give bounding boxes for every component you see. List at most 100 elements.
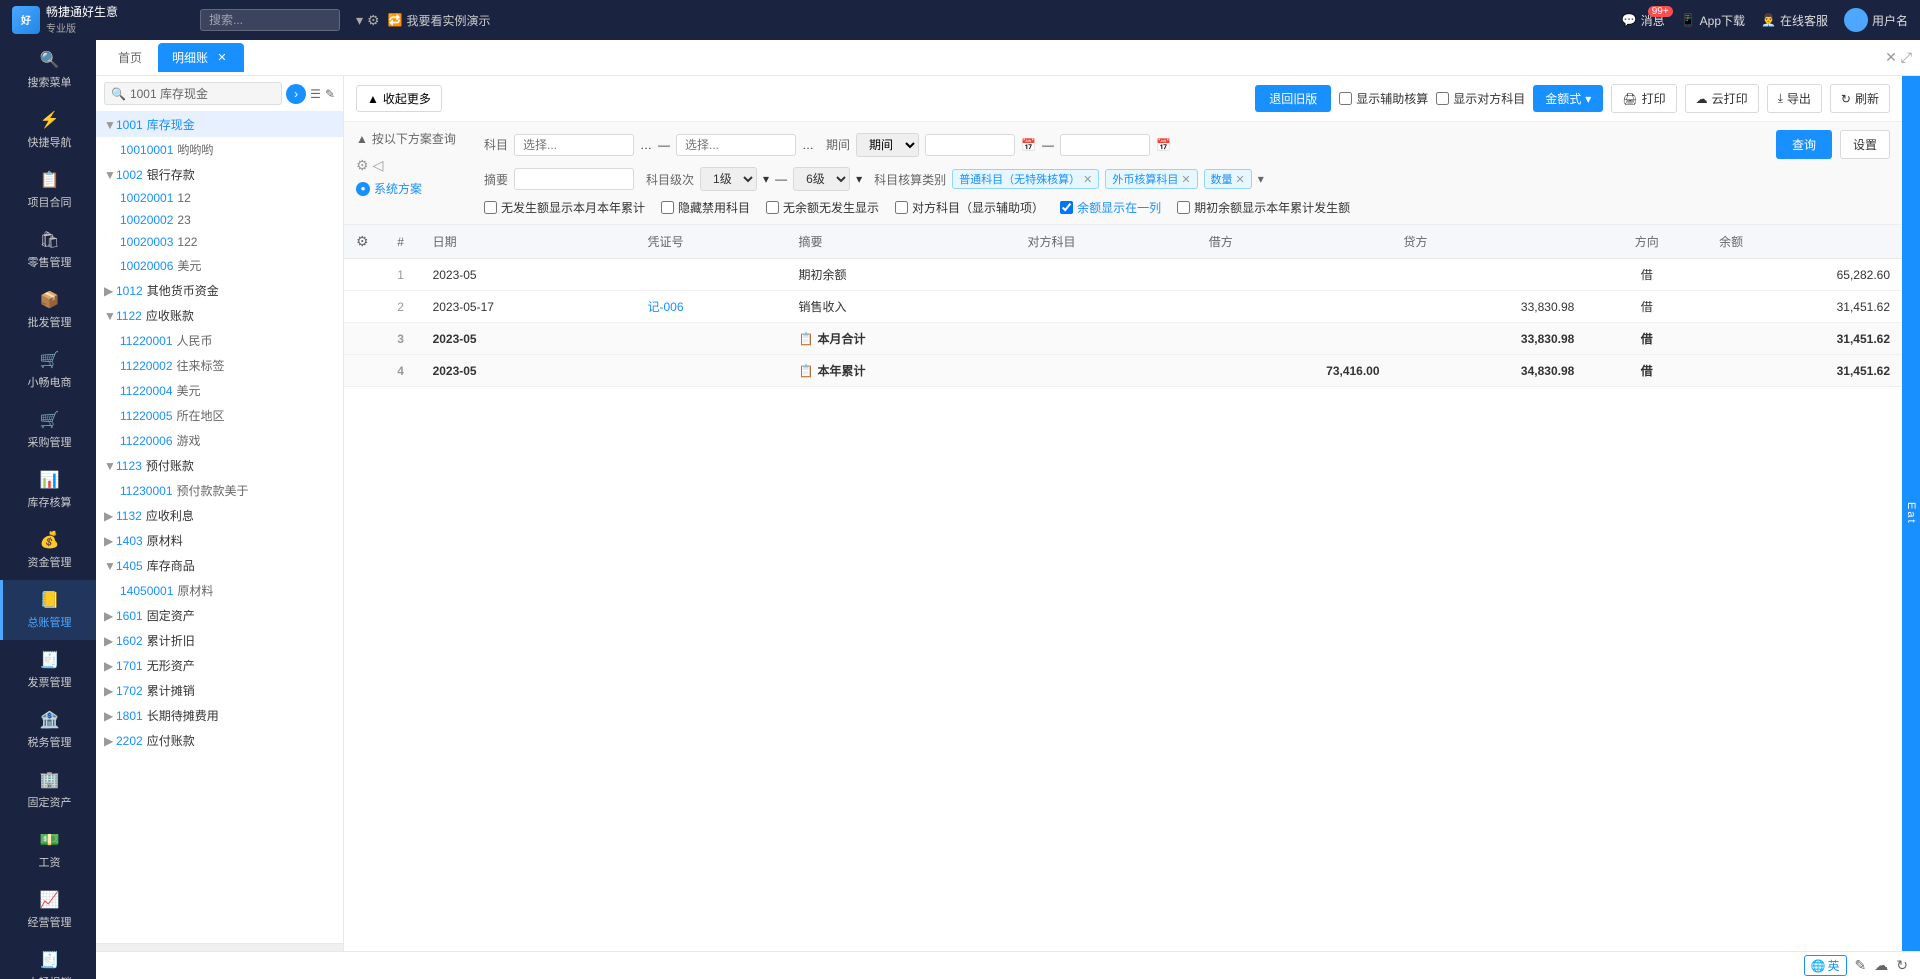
- tree-item-1123[interactable]: ▼ 1123 预付账款: [96, 453, 343, 478]
- show-opposite-check[interactable]: 显示对方科目: [1436, 90, 1525, 107]
- tree-item-11220005[interactable]: 11220005 所在地区: [96, 403, 343, 428]
- check-no-balance[interactable]: 无余额无发生显示: [766, 199, 879, 216]
- amount-mode-btn[interactable]: 金额式 ▾: [1533, 85, 1603, 112]
- check-no-balance-input[interactable]: [766, 201, 779, 214]
- tree-item-1122[interactable]: ▼ 1122 应收账款: [96, 303, 343, 328]
- sidebar-item-invoice[interactable]: 🧾 发票管理: [0, 640, 96, 700]
- tab-detail[interactable]: 明细账 ✕: [158, 43, 244, 72]
- sidebar-item-search[interactable]: 🔍 搜索菜单: [0, 40, 96, 100]
- tag-quantity-close[interactable]: ✕: [1236, 173, 1245, 186]
- check-no-amount-input[interactable]: [484, 201, 497, 214]
- subject-start-input[interactable]: [514, 134, 634, 156]
- tree-item-11220001[interactable]: 11220001 人民币: [96, 328, 343, 353]
- export-btn[interactable]: ⤓ 导出: [1767, 84, 1822, 113]
- collapse-more-btn[interactable]: ▲ 收起更多: [356, 85, 442, 112]
- category-dropdown-icon[interactable]: ▾: [1258, 172, 1264, 186]
- bottom-cloud-icon[interactable]: ☁: [1874, 957, 1888, 974]
- summary-input[interactable]: [514, 168, 634, 190]
- tree-item-1012[interactable]: ▶ 1012 其他货币资金: [96, 278, 343, 303]
- check-hide-disabled-input[interactable]: [661, 201, 674, 214]
- tree-item-1405[interactable]: ▼ 1405 库存商品: [96, 553, 343, 578]
- show-aux-check[interactable]: 显示辅助核算: [1339, 90, 1428, 107]
- tree-item-10020002[interactable]: 10020002 23: [96, 209, 343, 231]
- collapse-left-icon[interactable]: ◁: [373, 157, 384, 174]
- check-hide-disabled[interactable]: 隐藏禁用科目: [661, 199, 750, 216]
- period-end-input[interactable]: 2023-05: [1060, 134, 1150, 156]
- sidebar-item-wholesale[interactable]: 📦 批发管理: [0, 280, 96, 340]
- check-no-amount[interactable]: 无发生额显示本月本年累计: [484, 199, 645, 216]
- lang-btn[interactable]: 🌐 英: [1804, 955, 1847, 976]
- period-start-input[interactable]: 2023-05: [925, 134, 1015, 156]
- tree-item-14050001[interactable]: 14050001 原材料: [96, 578, 343, 603]
- account-next-btn[interactable]: ›: [286, 84, 306, 104]
- tree-item-11220006[interactable]: 11220006 游戏: [96, 428, 343, 453]
- tag-ordinary-close[interactable]: ✕: [1083, 173, 1092, 186]
- system-plan-btn[interactable]: ● 系统方案: [356, 180, 476, 197]
- sidebar-item-management[interactable]: 📈 经营管理: [0, 880, 96, 940]
- account-search-box[interactable]: 🔍 1001 库存现金: [104, 82, 282, 105]
- tree-item-1701[interactable]: ▶ 1701 无形资产: [96, 653, 343, 678]
- sidebar-item-inventory[interactable]: 📊 库存核算: [0, 460, 96, 520]
- check-balance-col[interactable]: 余额显示在一列: [1060, 199, 1161, 216]
- col-settings-btn[interactable]: ⚙: [356, 233, 369, 250]
- check-balance-col-input[interactable]: [1060, 201, 1073, 214]
- sidebar-item-finance[interactable]: 💰 资金管理: [0, 520, 96, 580]
- show-aux-checkbox[interactable]: [1339, 92, 1352, 105]
- check-opposite-input[interactable]: [895, 201, 908, 214]
- tree-item-1132[interactable]: ▶ 1132 应收利息: [96, 503, 343, 528]
- sidebar-item-expense[interactable]: 🧾 小畅报销: [0, 940, 96, 979]
- top-search-input[interactable]: [200, 9, 340, 31]
- show-opposite-checkbox[interactable]: [1436, 92, 1449, 105]
- level-end-select[interactable]: 6级: [793, 167, 850, 191]
- tree-item-1702[interactable]: ▶ 1702 累计摊销: [96, 678, 343, 703]
- bottom-sync-icon[interactable]: ↻: [1896, 957, 1908, 974]
- period-end-cal-icon[interactable]: 📅: [1156, 138, 1171, 152]
- tree-item-11230001[interactable]: 11230001 预付款款美于: [96, 478, 343, 503]
- tree-item-10020003[interactable]: 10020003 122: [96, 231, 343, 253]
- check-year-balance[interactable]: 期初余额显示本年累计发生额: [1177, 199, 1350, 216]
- print-btn[interactable]: 🖨 打印: [1611, 84, 1676, 113]
- sidebar-item-salary[interactable]: 💵 工资: [0, 820, 96, 880]
- query-settings-icon[interactable]: ⚙: [356, 157, 369, 174]
- tree-item-1403[interactable]: ▶ 1403 原材料: [96, 528, 343, 553]
- voucher-link-006[interactable]: 记-006: [647, 300, 683, 314]
- tree-item-1602[interactable]: ▶ 1602 累计折旧: [96, 628, 343, 653]
- check-opposite[interactable]: 对方科目（显示辅助项）: [895, 199, 1044, 216]
- user-area[interactable]: 用户名: [1844, 8, 1908, 32]
- sidebar-item-ecommerce[interactable]: 🛒 小畅电商: [0, 340, 96, 400]
- subject-end-input[interactable]: [676, 134, 796, 156]
- query-toggle[interactable]: ▲ 按以下方案查询: [356, 130, 476, 147]
- tag-foreign-close[interactable]: ✕: [1181, 173, 1190, 186]
- tree-item-10020006[interactable]: 10020006 美元: [96, 253, 343, 278]
- tree-item-11220002[interactable]: 11220002 往来标签: [96, 353, 343, 378]
- tree-item-11220004[interactable]: 11220004 美元: [96, 378, 343, 403]
- right-side-panel[interactable]: Eat: [1902, 76, 1920, 951]
- sidebar-item-project[interactable]: 📋 项目合同: [0, 160, 96, 220]
- settings-icon[interactable]: ⚙: [367, 12, 380, 29]
- top-search-box[interactable]: [200, 9, 340, 31]
- level-start-select[interactable]: 1级: [700, 167, 757, 191]
- app-download-btn[interactable]: 📱 App下载: [1681, 12, 1745, 29]
- tag-foreign[interactable]: 外币核算科目 ✕: [1105, 169, 1197, 189]
- period-type-select[interactable]: 期间: [856, 133, 919, 157]
- sidebar-item-quick-nav[interactable]: ⚡ 快捷导航: [0, 100, 96, 160]
- sidebar-item-ledger[interactable]: 📒 总账管理: [0, 580, 96, 640]
- tree-item-10020001[interactable]: 10020001 12: [96, 187, 343, 209]
- tag-ordinary[interactable]: 普通科目（无特殊核算） ✕: [952, 169, 1099, 189]
- tag-quantity[interactable]: 数量 ✕: [1204, 169, 1252, 189]
- tree-edit-icon[interactable]: ✎: [325, 87, 335, 101]
- restore-window-btn[interactable]: ⤢: [1901, 49, 1912, 66]
- message-btn[interactable]: 💬 消息 99+: [1622, 12, 1665, 29]
- tab-close-btn[interactable]: ✕: [214, 50, 230, 66]
- sidebar-item-tax[interactable]: 🏦 税务管理: [0, 700, 96, 760]
- sidebar-item-purchase[interactable]: 🛒 采购管理: [0, 400, 96, 460]
- tree-item-1001[interactable]: ▼ 1001 库存现金: [96, 112, 343, 137]
- tree-item-1801[interactable]: ▶ 1801 长期待摊费用: [96, 703, 343, 728]
- period-cal-icon[interactable]: 📅: [1021, 138, 1036, 152]
- cloud-print-btn[interactable]: ☁ 云打印: [1685, 84, 1759, 113]
- search-btn[interactable]: 查询: [1776, 130, 1832, 159]
- online-service-btn[interactable]: 👨‍💼 在线客服: [1761, 12, 1828, 29]
- tree-item-10010001[interactable]: 10010001 哟哟哟: [96, 137, 343, 162]
- sidebar-item-retail[interactable]: 🛍 零售管理: [0, 220, 96, 280]
- dropdown-icon[interactable]: ▾: [356, 12, 363, 29]
